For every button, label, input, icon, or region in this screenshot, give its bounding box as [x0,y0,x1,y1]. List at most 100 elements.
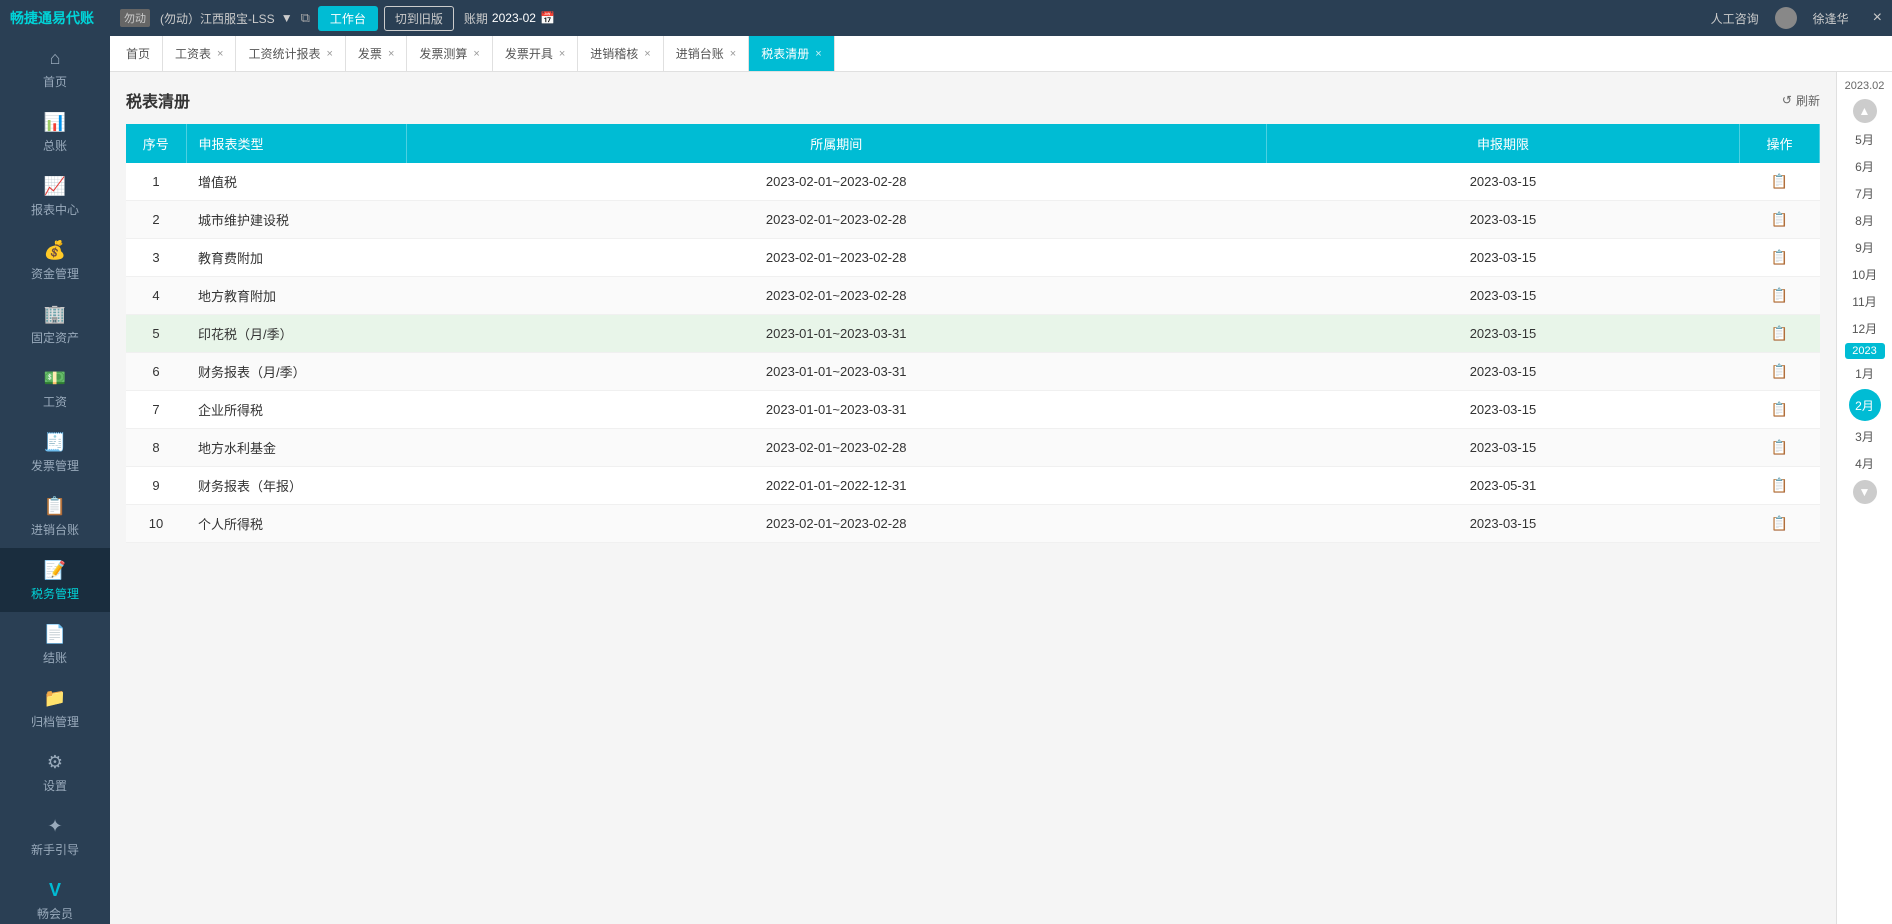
tab-invoice-close[interactable]: × [388,48,394,60]
tab-payroll-report[interactable]: 工资统计报表 × [236,36,345,71]
refresh-label: 刷新 [1796,92,1820,109]
tab-invoice-issue[interactable]: 发票开具 × [493,36,578,71]
cell-action[interactable]: 📋 [1740,277,1820,315]
cell-action[interactable]: 📋 [1740,201,1820,239]
action-doc-icon[interactable]: 📋 [1771,401,1788,417]
sidebar-item-vip[interactable]: V 畅会员 [0,868,110,924]
cell-name: 印花税（月/季） [186,315,406,353]
workbench-button[interactable]: 工作台 [318,6,378,31]
window-close-button[interactable]: × [1873,9,1882,27]
action-doc-icon[interactable]: 📋 [1771,211,1788,227]
refresh-icon: ↺ [1782,93,1792,107]
tab-home[interactable]: 首页 [114,36,163,71]
tab-payroll-close[interactable]: × [217,48,223,60]
refresh-button[interactable]: ↺ 刷新 [1782,92,1820,109]
cell-action[interactable]: 📋 [1740,467,1820,505]
sidebar-item-tax-mgmt[interactable]: 📝 税务管理 [0,548,110,612]
cell-deadline: 2023-05-31 [1266,467,1739,505]
calendar-month-10[interactable]: 10月 [1843,262,1887,287]
page-header: 税表清册 ↺ 刷新 [126,88,1820,112]
chevron-down-icon[interactable]: ▼ [281,11,293,25]
calendar-month-9[interactable]: 9月 [1843,235,1887,260]
sidebar-item-payroll[interactable]: 💵 工资 [0,356,110,420]
period-label: 账期 [464,10,488,27]
cell-action[interactable]: 📋 [1740,315,1820,353]
user-avatar [1775,7,1797,29]
sidebar-item-settings[interactable]: ⚙ 设置 [0,740,110,804]
tab-purchase-ledger[interactable]: 进销台账 × [664,36,749,71]
sidebar-item-archive-mgmt[interactable]: 📁 归档管理 [0,676,110,740]
calendar-month-11[interactable]: 11月 [1843,289,1887,314]
calendar-month-3[interactable]: 3月 [1843,424,1887,449]
cell-action[interactable]: 📋 [1740,163,1820,201]
action-doc-icon[interactable]: 📋 [1771,515,1788,531]
tab-invoice-label: 发票 [358,45,382,62]
action-doc-icon[interactable]: 📋 [1771,439,1788,455]
action-doc-icon[interactable]: 📋 [1771,249,1788,265]
tab-invoice-calc-close[interactable]: × [473,48,479,60]
sidebar-item-general-ledger[interactable]: 📊 总账 [0,100,110,164]
tab-purchase-ledger-label: 进销台账 [676,45,724,62]
tab-payroll[interactable]: 工资表 × [163,36,236,71]
sidebar-item-fixed-assets[interactable]: 🏢 固定资产 [0,292,110,356]
cell-period: 2023-02-01~2023-02-28 [406,201,1266,239]
sidebar-item-new-guide[interactable]: ✦ 新手引导 [0,804,110,868]
tab-payroll-report-label: 工资统计报表 [248,45,320,62]
sidebar-item-settlement[interactable]: 📄 结账 [0,612,110,676]
sidebar-item-purchase-sales[interactable]: 📋 进销台账 [0,484,110,548]
tab-purchase-audit[interactable]: 进销稽核 × [578,36,663,71]
sidebar-label-fixed-assets: 固定资产 [31,329,79,346]
cell-index: 9 [126,467,186,505]
calendar-month-4[interactable]: 4月 [1843,451,1887,476]
calendar-month-5[interactable]: 5月 [1843,127,1887,152]
calendar-month-12[interactable]: 12月 [1843,316,1887,341]
tab-tax-list-close[interactable]: × [815,48,821,60]
calendar-scroll-up[interactable]: ▲ [1853,99,1877,123]
calendar-scroll-down[interactable]: ▼ [1853,480,1877,504]
tab-purchase-audit-close[interactable]: × [644,48,650,60]
tab-invoice-issue-close[interactable]: × [559,48,565,60]
company-name: (勿动）江西服宝-LSS [160,10,275,27]
action-doc-icon[interactable]: 📋 [1771,325,1788,341]
action-doc-icon[interactable]: 📋 [1771,477,1788,493]
tab-invoice-issue-label: 发票开具 [505,45,553,62]
cell-index: 7 [126,391,186,429]
tab-payroll-report-close[interactable]: × [326,48,332,60]
table-header-row: 序号 申报表类型 所属期间 申报期限 操作 [126,124,1820,163]
cell-action[interactable]: 📋 [1740,505,1820,543]
sidebar-label-report-center: 报表中心 [31,201,79,218]
vip-icon: V [49,880,61,901]
action-doc-icon[interactable]: 📋 [1771,173,1788,189]
cell-action[interactable]: 📋 [1740,353,1820,391]
report-icon: 📈 [44,176,66,197]
cell-action[interactable]: 📋 [1740,391,1820,429]
tab-purchase-ledger-close[interactable]: × [730,48,736,60]
action-doc-icon[interactable]: 📋 [1771,287,1788,303]
sidebar-item-report-center[interactable]: 📈 报表中心 [0,164,110,228]
tab-invoice[interactable]: 发票 × [346,36,407,71]
calendar-month-6[interactable]: 6月 [1843,154,1887,179]
sidebar-item-invoice-mgmt[interactable]: 🧾 发票管理 [0,420,110,484]
ai-consult-link[interactable]: 人工咨询 [1711,10,1759,27]
cell-action[interactable]: 📋 [1740,239,1820,277]
calendar-month-2[interactable]: 2月 [1849,389,1881,421]
company-selector[interactable]: 勿动 (勿动）江西服宝-LSS ▼ [120,9,293,27]
calendar-month-1[interactable]: 1月 [1843,361,1887,386]
sidebar-item-home[interactable]: ⌂ 首页 [0,36,110,100]
tab-tax-list[interactable]: 税表清册 × [749,36,834,71]
calendar-month-7[interactable]: 7月 [1843,181,1887,206]
cell-deadline: 2023-03-15 [1266,277,1739,315]
sidebar-label-general-ledger: 总账 [43,137,67,154]
old-version-button[interactable]: 切到旧版 [384,6,454,31]
cell-index: 2 [126,201,186,239]
calendar-month-8[interactable]: 8月 [1843,208,1887,233]
copy-icon[interactable]: ⧉ [301,10,310,26]
calendar-icon[interactable]: 📅 [540,11,555,25]
action-doc-icon[interactable]: 📋 [1771,363,1788,379]
cell-action[interactable]: 📋 [1740,429,1820,467]
tab-invoice-calc[interactable]: 发票测算 × [407,36,492,71]
sidebar-item-fund-mgmt[interactable]: 💰 资金管理 [0,228,110,292]
cell-period: 2023-02-01~2023-02-28 [406,277,1266,315]
calendar-year-label: 2023.02 [1843,76,1887,96]
sidebar-label-purchase-sales: 进销台账 [31,521,79,538]
